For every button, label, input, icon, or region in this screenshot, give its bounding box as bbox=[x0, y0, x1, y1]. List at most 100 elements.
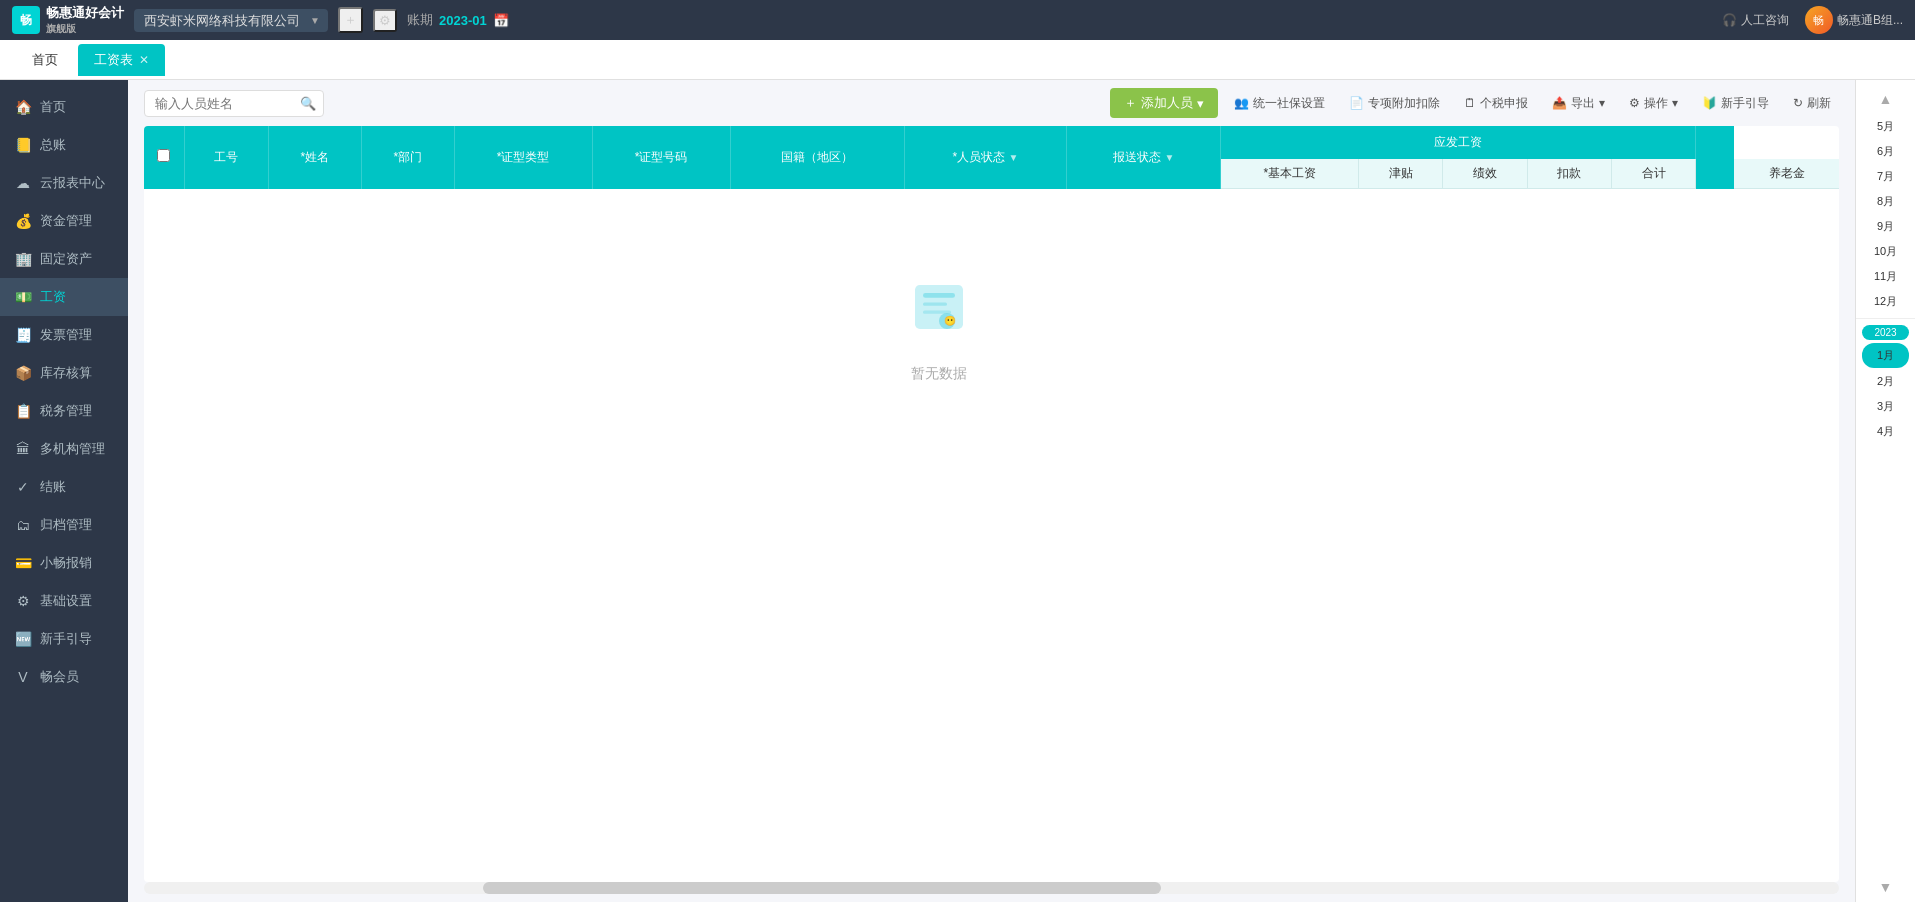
month-2022-09[interactable]: 9月 bbox=[1856, 214, 1915, 239]
year-badge-2023: 2023 bbox=[1862, 325, 1909, 340]
close-period-icon: ✓ bbox=[14, 479, 32, 495]
building-icon: 🏢 bbox=[14, 251, 32, 267]
toolbar: 🔍 ＋ 添加人员 ▾ 👥 统一社保设置 📄 专项附加扣除 🗒 bbox=[128, 80, 1855, 126]
salary-icon: 💵 bbox=[14, 289, 32, 305]
scroll-thumb[interactable] bbox=[483, 882, 1161, 894]
headset-icon: 🎧 bbox=[1722, 13, 1737, 27]
refresh-icon: ↻ bbox=[1793, 96, 1803, 110]
op-dropdown-icon: ▾ bbox=[1672, 96, 1678, 110]
person-status-filter-icon[interactable]: ▼ bbox=[1009, 152, 1019, 163]
sidebar-item-archive[interactable]: 🗂 归档管理 bbox=[0, 506, 128, 544]
month-nav-down[interactable]: ▼ bbox=[1856, 876, 1915, 898]
th-total: 合计 bbox=[1611, 159, 1695, 189]
service-button[interactable]: 🎧 人工咨询 bbox=[1722, 12, 1789, 29]
operation-button[interactable]: ⚙ 操作 ▾ bbox=[1621, 91, 1686, 116]
th-pension: 养老金 bbox=[1734, 159, 1839, 189]
month-2023-03[interactable]: 3月 bbox=[1856, 394, 1915, 419]
search-wrapper: 🔍 bbox=[144, 90, 324, 117]
tax-report-icon: 🗒 bbox=[1464, 96, 1476, 110]
dropdown-icon: ▾ bbox=[1197, 96, 1204, 111]
th-employee-number: 工号 bbox=[184, 126, 268, 189]
user-area[interactable]: 畅 畅惠通B组... bbox=[1805, 6, 1903, 34]
month-2022-05[interactable]: 5月 bbox=[1856, 114, 1915, 139]
sidebar-item-close[interactable]: ✓ 结账 bbox=[0, 468, 128, 506]
sidebar-item-fixed-asset[interactable]: 🏢 固定资产 bbox=[0, 240, 128, 278]
th-person-status: *人员状态 ▼ bbox=[904, 126, 1067, 189]
sidebar-item-guide[interactable]: 🆕 新手引导 bbox=[0, 620, 128, 658]
horizontal-scrollbar[interactable] bbox=[144, 882, 1839, 894]
sidebar-item-home[interactable]: 🏠 首页 bbox=[0, 88, 128, 126]
service-label: 人工咨询 bbox=[1741, 12, 1789, 29]
company-selector[interactable]: 西安虾米网络科技有限公司 bbox=[134, 9, 328, 32]
svg-rect-2 bbox=[923, 303, 947, 306]
special-deduction-button[interactable]: 📄 专项附加扣除 bbox=[1341, 91, 1448, 116]
sidebar-item-ledger[interactable]: 📒 总账 bbox=[0, 126, 128, 164]
month-2023-01[interactable]: 1月 bbox=[1862, 343, 1909, 368]
add-person-button[interactable]: ＋ 添加人员 ▾ bbox=[1110, 88, 1218, 118]
month-2022-11[interactable]: 11月 bbox=[1856, 264, 1915, 289]
expense-icon: 💳 bbox=[14, 555, 32, 571]
sidebar-item-invoice[interactable]: 🧾 发票管理 bbox=[0, 316, 128, 354]
logo-icon: 畅 bbox=[12, 6, 40, 34]
sidebar-item-expense[interactable]: 💳 小畅报销 bbox=[0, 544, 128, 582]
refresh-button[interactable]: ↻ 刷新 bbox=[1785, 91, 1839, 116]
th-performance: 绩效 bbox=[1443, 159, 1527, 189]
sidebar-label-archive: 归档管理 bbox=[40, 516, 92, 534]
main-layout: 🏠 首页 📒 总账 ☁ 云报表中心 💰 资金管理 🏢 固定资产 💵 工资 🧾 发… bbox=[0, 80, 1915, 902]
period-area: 账期 2023-01 📅 bbox=[407, 11, 509, 29]
sidebar-label-cloud-report: 云报表中心 bbox=[40, 174, 105, 192]
sidebar-item-settings[interactable]: ⚙ 基础设置 bbox=[0, 582, 128, 620]
table-header-row: 工号 *姓名 *部门 *证型类型 *证型号码 bbox=[144, 126, 1839, 159]
th-name: *姓名 bbox=[268, 126, 361, 189]
avatar: 畅 bbox=[1805, 6, 1833, 34]
sidebar-label-home: 首页 bbox=[40, 98, 66, 116]
home-icon: 🏠 bbox=[14, 99, 32, 115]
month-nav-up[interactable]: ▲ bbox=[1860, 88, 1911, 110]
sidebar-item-tax[interactable]: 📋 税务管理 bbox=[0, 392, 128, 430]
tab-salary[interactable]: 工资表 ✕ bbox=[78, 44, 165, 76]
tab-close-icon[interactable]: ✕ bbox=[139, 53, 149, 67]
sidebar-item-fund[interactable]: 💰 资金管理 bbox=[0, 202, 128, 240]
sidebar-item-multi-org[interactable]: 🏛 多机构管理 bbox=[0, 430, 128, 468]
sidebar-label-inventory: 库存核算 bbox=[40, 364, 92, 382]
month-2022-08[interactable]: 8月 bbox=[1856, 189, 1915, 214]
new-guide-button[interactable]: 🔰 新手引导 bbox=[1694, 91, 1777, 116]
sidebar-item-inventory[interactable]: 📦 库存核算 bbox=[0, 354, 128, 392]
settings-button[interactable]: ⚙ bbox=[373, 9, 397, 32]
ledger-icon: 📒 bbox=[14, 137, 32, 153]
sidebar-item-salary[interactable]: 💵 工资 bbox=[0, 278, 128, 316]
sidebar-label-close: 结账 bbox=[40, 478, 66, 496]
sidebar-label-fixed-asset: 固定资产 bbox=[40, 250, 92, 268]
month-2022-12[interactable]: 12月 bbox=[1856, 289, 1915, 314]
content-area: 🔍 ＋ 添加人员 ▾ 👥 统一社保设置 📄 专项附加扣除 🗒 bbox=[128, 80, 1855, 902]
select-all-checkbox[interactable] bbox=[157, 149, 170, 162]
tax-icon: 📋 bbox=[14, 403, 32, 419]
sidebar-item-member[interactable]: V 畅会员 bbox=[0, 658, 128, 696]
sidebar: 🏠 首页 📒 总账 ☁ 云报表中心 💰 资金管理 🏢 固定资产 💵 工资 🧾 发… bbox=[0, 80, 128, 902]
export-button[interactable]: 📤 导出 ▾ bbox=[1544, 91, 1613, 116]
sidebar-label-settings: 基础设置 bbox=[40, 592, 92, 610]
period-value: 2023-01 bbox=[439, 13, 487, 28]
social-security-button[interactable]: 👥 统一社保设置 bbox=[1226, 91, 1333, 116]
sidebar-item-cloud-report[interactable]: ☁ 云报表中心 bbox=[0, 164, 128, 202]
report-status-filter-icon[interactable]: ▼ bbox=[1165, 152, 1175, 163]
table-body: 😶 暂无数据 bbox=[144, 189, 1839, 464]
user-label: 畅惠通B组... bbox=[1837, 12, 1903, 29]
th-id-number: *证型号码 bbox=[592, 126, 730, 189]
month-2022-07[interactable]: 7月 bbox=[1856, 164, 1915, 189]
search-input[interactable] bbox=[144, 90, 324, 117]
tab-home[interactable]: 首页 bbox=[16, 44, 74, 76]
month-year-divider bbox=[1856, 318, 1915, 319]
month-2022-06[interactable]: 6月 bbox=[1856, 139, 1915, 164]
month-2022-10[interactable]: 10月 bbox=[1856, 239, 1915, 264]
add-company-button[interactable]: ＋ bbox=[338, 7, 363, 33]
guide-icon: 🆕 bbox=[14, 631, 32, 647]
calendar-icon[interactable]: 📅 bbox=[493, 13, 509, 28]
th-nationality: 国籍（地区） bbox=[730, 126, 904, 189]
sidebar-label-expense: 小畅报销 bbox=[40, 554, 92, 572]
org-icon: 🏛 bbox=[14, 441, 32, 457]
header-left: 畅 畅惠通好会计 旗舰版 西安虾米网络科技有限公司 ＋ ⚙ 账期 2023-01… bbox=[12, 4, 509, 36]
personal-tax-button[interactable]: 🗒 个税申报 bbox=[1456, 91, 1536, 116]
month-2023-02[interactable]: 2月 bbox=[1856, 369, 1915, 394]
month-2023-04[interactable]: 4月 bbox=[1856, 419, 1915, 444]
